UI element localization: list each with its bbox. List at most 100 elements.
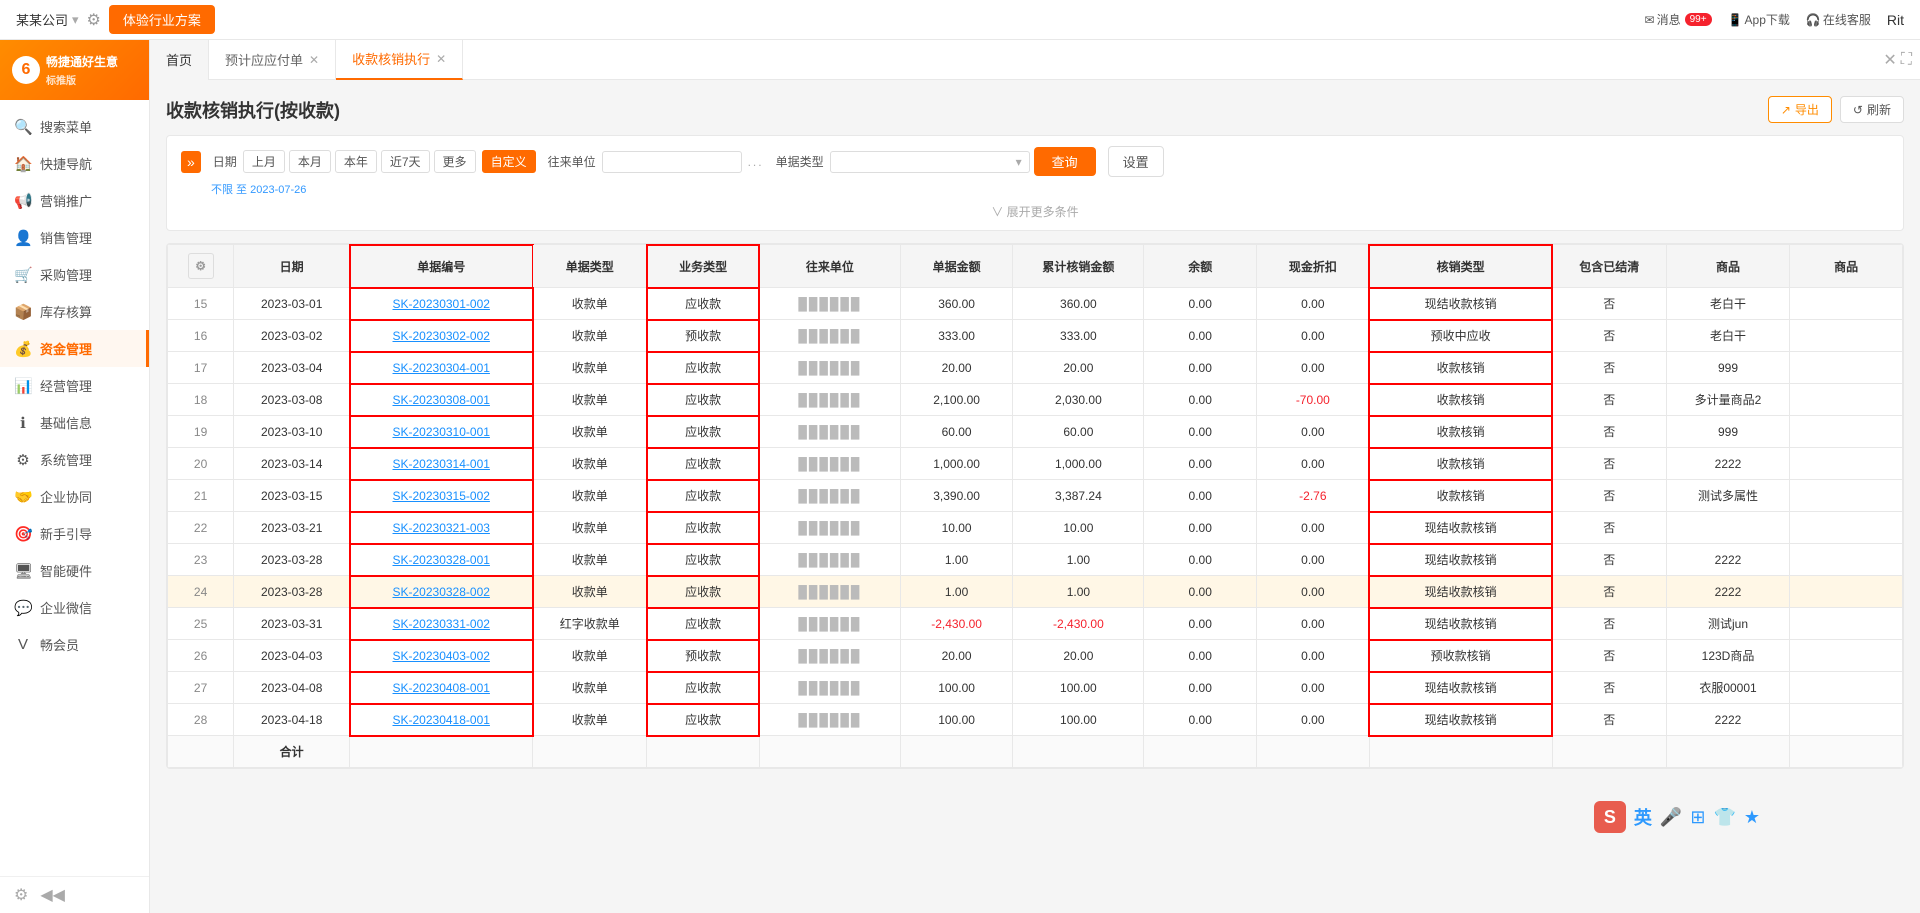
cell-bill_no[interactable]: SK-20230314-001 — [350, 448, 533, 480]
footer-cell-partner — [759, 736, 900, 768]
cell-bill_no[interactable]: SK-20230328-002 — [350, 576, 533, 608]
cell-bill_type: 收款单 — [533, 480, 647, 512]
cell-bill_no[interactable]: SK-20230331-002 — [350, 608, 533, 640]
table-body: 152023-03-01SK-20230301-002收款单应收款██████3… — [168, 288, 1903, 736]
cell-biz_type: 应收款 — [647, 416, 760, 448]
cell-balance: 0.00 — [1144, 448, 1257, 480]
cell-balance: 0.00 — [1144, 320, 1257, 352]
date-option-btn[interactable]: 本月 — [289, 150, 331, 173]
export-button[interactable]: ↗ 导出 — [1768, 96, 1832, 123]
bill-link[interactable]: SK-20230321-003 — [393, 521, 490, 535]
footer-cell-writeoff_type — [1369, 736, 1552, 768]
date-option-btn[interactable]: 更多 — [434, 150, 476, 173]
footer-cell-include_settled — [1552, 736, 1666, 768]
tab-close-all[interactable]: ✕ — [1883, 50, 1896, 70]
cell-bill_no[interactable]: SK-20230328-001 — [350, 544, 533, 576]
cell-partner: ██████ — [759, 288, 900, 320]
tab-close-receivable[interactable]: ✕ — [309, 53, 319, 67]
cell-product2 — [1790, 352, 1903, 384]
sidebar-item-sales[interactable]: 👤 销售管理 — [0, 219, 149, 256]
bill-link[interactable]: SK-20230310-001 — [393, 425, 490, 439]
cell-product: 2222 — [1666, 448, 1789, 480]
sidebar-item-inventory[interactable]: 📦 库存核算 — [0, 293, 149, 330]
cell-bill_no[interactable]: SK-20230403-002 — [350, 640, 533, 672]
bill-link[interactable]: SK-20230308-001 — [393, 393, 490, 407]
sidebar-item-guide[interactable]: 🎯 新手引导 — [0, 515, 149, 552]
bill-link[interactable]: SK-20230301-002 — [393, 297, 490, 311]
date-option-btn[interactable]: 近7天 — [381, 150, 430, 173]
sidebar-item-purchase[interactable]: 🛒 采购管理 — [0, 256, 149, 293]
tab-home[interactable]: 首页 — [150, 40, 209, 80]
cell-bill_no[interactable]: SK-20230315-002 — [350, 480, 533, 512]
cell-settings: 23 — [168, 544, 234, 576]
bill-link[interactable]: SK-20230328-002 — [393, 585, 490, 599]
bill-link[interactable]: SK-20230315-002 — [393, 489, 490, 503]
tab-close-collection[interactable]: ✕ — [436, 52, 446, 66]
refresh-icon: ↺ — [1853, 103, 1863, 117]
receipt-type-select[interactable] — [830, 151, 1030, 173]
cell-product2 — [1790, 320, 1903, 352]
cell-bill_no[interactable]: SK-20230301-002 — [350, 288, 533, 320]
user-name[interactable]: Rit — [1887, 12, 1904, 28]
cell-bill_no[interactable]: SK-20230304-001 — [350, 352, 533, 384]
sidebar-item-system[interactable]: ⚙ 系统管理 — [0, 441, 149, 478]
cell-bill_no[interactable]: SK-20230302-002 — [350, 320, 533, 352]
bill-link[interactable]: SK-20230418-001 — [393, 713, 490, 727]
sidebar-item-marketing[interactable]: 📢 营销推广 — [0, 182, 149, 219]
refresh-button[interactable]: ↺ 刷新 — [1840, 96, 1904, 123]
partner-input[interactable] — [602, 151, 742, 173]
filter-expand-arrow[interactable]: » — [181, 151, 201, 173]
tab-collection[interactable]: 收款核销执行✕ — [336, 40, 463, 80]
bill-link[interactable]: SK-20230328-001 — [393, 553, 490, 567]
bill-link[interactable]: SK-20230403-002 — [393, 649, 490, 663]
bill-link[interactable]: SK-20230302-002 — [393, 329, 490, 343]
online-service-button[interactable]: 🎧 在线客服 — [1806, 11, 1871, 28]
cell-bill_no[interactable]: SK-20230408-001 — [350, 672, 533, 704]
sidebar-item-search[interactable]: 🔍 搜索菜单 — [0, 108, 149, 145]
cell-cash_discount: -2.76 — [1257, 480, 1370, 512]
date-option-btn[interactable]: 上月 — [243, 150, 285, 173]
cell-bill_no[interactable]: SK-20230310-001 — [350, 416, 533, 448]
cell-date: 2023-04-18 — [234, 704, 350, 736]
cell-date: 2023-03-14 — [234, 448, 350, 480]
table-row: 152023-03-01SK-20230301-002收款单应收款██████3… — [168, 288, 1903, 320]
sidebar-settings-icon[interactable]: ⚙ — [14, 885, 28, 905]
date-option-btn[interactable]: 本年 — [335, 150, 377, 173]
tab-receivable[interactable]: 预计应应付单✕ — [209, 40, 336, 80]
sidebar-item-member[interactable]: V 畅会员 — [0, 626, 149, 663]
bill-link[interactable]: SK-20230331-002 — [393, 617, 490, 631]
cell-bill_no[interactable]: SK-20230418-001 — [350, 704, 533, 736]
sidebar-collapse-icon[interactable]: ◀◀ — [40, 885, 65, 905]
settings-button[interactable]: 设置 — [1108, 146, 1164, 177]
messages-button[interactable]: ✉ 消息 99+ — [1645, 11, 1712, 28]
cell-settings: 22 — [168, 512, 234, 544]
sidebar-item-operations[interactable]: 📊 经营管理 — [0, 367, 149, 404]
brand-star-icon: ★ — [1744, 807, 1760, 828]
cell-partner: ██████ — [759, 480, 900, 512]
sidebar-item-hardware[interactable]: 🖥 智能硬件 — [0, 552, 149, 589]
cell-writeoff_type: 现结收款核销 — [1369, 288, 1552, 320]
bill-link[interactable]: SK-20230304-001 — [393, 361, 490, 375]
industry-solution-button[interactable]: 体验行业方案 — [109, 5, 215, 34]
bill-link[interactable]: SK-20230408-001 — [393, 681, 490, 695]
cell-bill_no[interactable]: SK-20230321-003 — [350, 512, 533, 544]
cell-partner: ██████ — [759, 608, 900, 640]
table-gear-icon[interactable]: ⚙ — [188, 253, 214, 279]
cell-bill_no[interactable]: SK-20230308-001 — [350, 384, 533, 416]
company-dropdown[interactable]: 某某公司 ▾ — [16, 10, 79, 29]
custom-date-btn[interactable]: 自定义 — [482, 150, 536, 173]
tab-maximize[interactable]: ⛶ — [1901, 51, 1912, 69]
expand-more-button[interactable]: ∨ 展开更多条件 — [991, 205, 1078, 219]
settings-icon[interactable]: ⚙ — [87, 10, 101, 30]
sidebar-item-quicknav[interactable]: 🏠 快捷导航 — [0, 145, 149, 182]
sidebar-item-enterprise[interactable]: 🤝 企业协同 — [0, 478, 149, 515]
sidebar-item-basic[interactable]: ℹ 基础信息 — [0, 404, 149, 441]
sidebar-item-wechat[interactable]: 💬 企业微信 — [0, 589, 149, 626]
bill-link[interactable]: SK-20230314-001 — [393, 457, 490, 471]
table-footer-row: 合计 — [168, 736, 1903, 768]
footer-cell-product — [1666, 736, 1789, 768]
app-download-button[interactable]: 📱 App下载 — [1728, 11, 1790, 28]
sidebar-item-finance[interactable]: 💰 资金管理 — [0, 330, 149, 367]
query-button[interactable]: 查询 — [1034, 147, 1096, 176]
col-header-bill_no: 单据编号 — [350, 245, 533, 288]
